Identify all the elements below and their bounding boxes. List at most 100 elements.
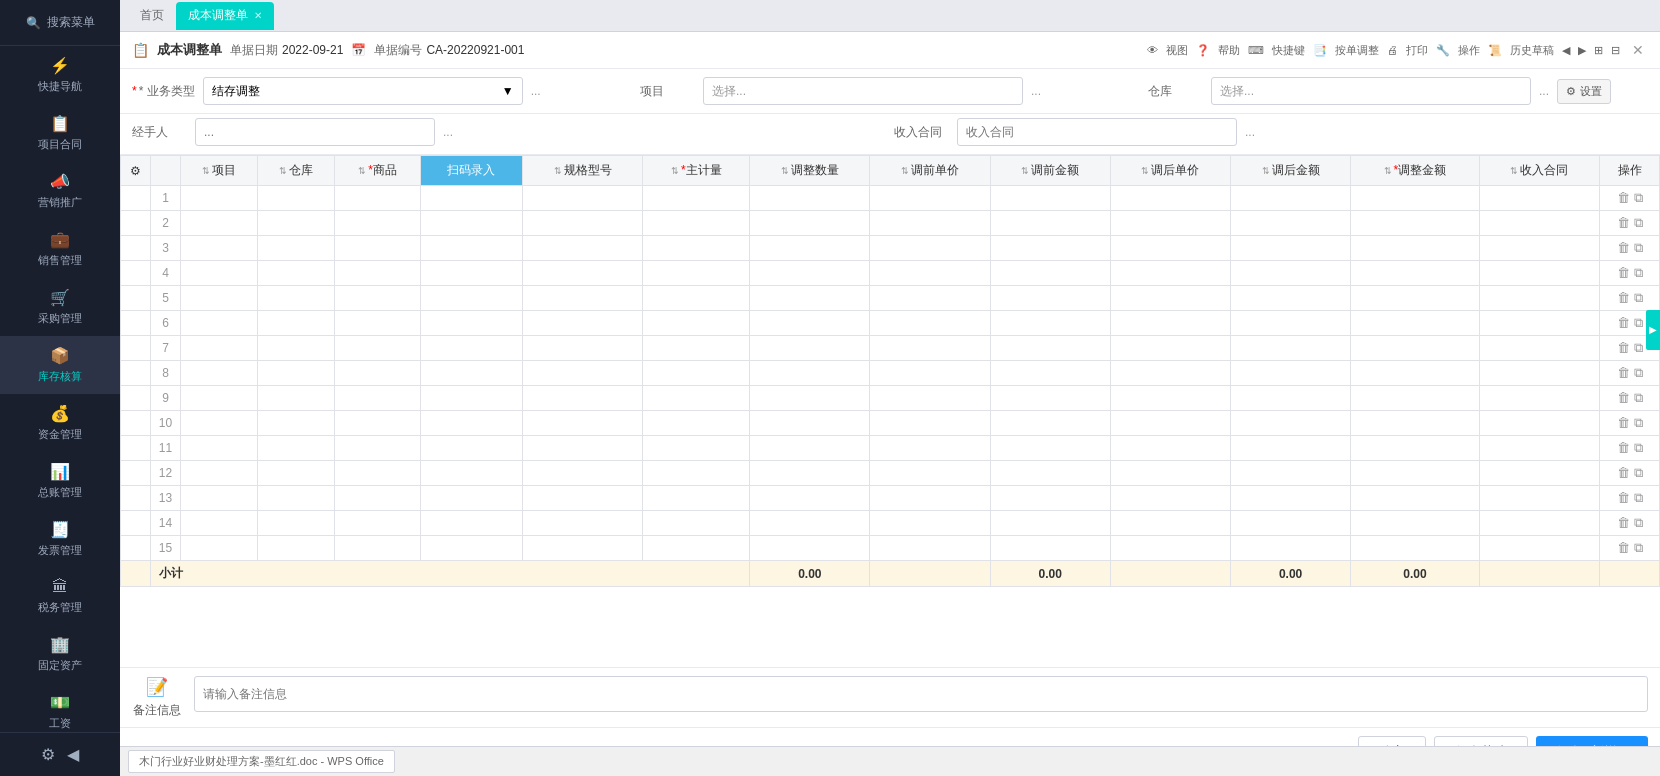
row-delete-2[interactable]: 🗑 bbox=[1617, 215, 1630, 231]
row-after-amount-7[interactable] bbox=[1230, 336, 1350, 361]
row-before-price-5[interactable] bbox=[870, 286, 990, 311]
row-before-price-7[interactable] bbox=[870, 336, 990, 361]
row-project-10[interactable] bbox=[181, 411, 258, 436]
row-before-amount-3[interactable] bbox=[990, 236, 1110, 261]
row-adjust-qty-10[interactable] bbox=[750, 411, 870, 436]
row-warehouse-12[interactable] bbox=[258, 461, 335, 486]
sidebar-item-ledger-management[interactable]: 📊总账管理 bbox=[0, 452, 120, 510]
sidebar-item-purchase-management[interactable]: 🛒采购管理 bbox=[0, 278, 120, 336]
row-income-contract-1[interactable] bbox=[1479, 186, 1599, 211]
notes-input[interactable] bbox=[194, 676, 1648, 712]
sidebar-item-funds-management[interactable]: 💰资金管理 bbox=[0, 394, 120, 452]
row-income-contract-13[interactable] bbox=[1479, 486, 1599, 511]
row-spec-14[interactable] bbox=[523, 511, 643, 536]
row-copy-11[interactable]: ⧉ bbox=[1634, 440, 1643, 456]
row-before-amount-1[interactable] bbox=[990, 186, 1110, 211]
row-copy-14[interactable]: ⧉ bbox=[1634, 515, 1643, 531]
sidebar-item-sales-promotion[interactable]: 📣营销推广 bbox=[0, 162, 120, 220]
row-after-amount-13[interactable] bbox=[1230, 486, 1350, 511]
row-delete-11[interactable]: 🗑 bbox=[1617, 440, 1630, 456]
nav-next[interactable]: ▶ bbox=[1578, 44, 1586, 57]
row-copy-13[interactable]: ⧉ bbox=[1634, 490, 1643, 506]
row-after-amount-9[interactable] bbox=[1230, 386, 1350, 411]
shortcut-btn[interactable]: 快捷键 bbox=[1272, 43, 1305, 58]
expand-icon[interactable]: ⊞ bbox=[1594, 44, 1603, 57]
row-after-price-11[interactable] bbox=[1110, 436, 1230, 461]
row-spec-6[interactable] bbox=[523, 311, 643, 336]
row-delete-9[interactable]: 🗑 bbox=[1617, 390, 1630, 406]
row-delete-12[interactable]: 🗑 bbox=[1617, 465, 1630, 481]
tab-home[interactable]: 首页 bbox=[128, 2, 176, 30]
row-before-amount-12[interactable] bbox=[990, 461, 1110, 486]
settings-icon[interactable]: ⚙ bbox=[37, 741, 59, 768]
handler-input[interactable] bbox=[195, 118, 435, 146]
row-scan-6[interactable] bbox=[420, 311, 522, 336]
row-project-11[interactable] bbox=[181, 436, 258, 461]
review-btn[interactable]: 按单调整 bbox=[1335, 43, 1379, 58]
row-income-contract-9[interactable] bbox=[1479, 386, 1599, 411]
row-warehouse-11[interactable] bbox=[258, 436, 335, 461]
row-unit-1[interactable] bbox=[643, 186, 750, 211]
settings-button[interactable]: ⚙ 设置 bbox=[1557, 79, 1611, 104]
row-adjust-amount-11[interactable] bbox=[1351, 436, 1480, 461]
row-copy-1[interactable]: ⧉ bbox=[1634, 190, 1643, 206]
row-delete-14[interactable]: 🗑 bbox=[1617, 515, 1630, 531]
row-project-9[interactable] bbox=[181, 386, 258, 411]
row-warehouse-3[interactable] bbox=[258, 236, 335, 261]
history-btn[interactable]: 历史草稿 bbox=[1510, 43, 1554, 58]
row-before-amount-9[interactable] bbox=[990, 386, 1110, 411]
sidebar-item-tax-management[interactable]: 🏛税务管理 bbox=[0, 568, 120, 625]
row-after-amount-1[interactable] bbox=[1230, 186, 1350, 211]
row-spec-15[interactable] bbox=[523, 536, 643, 561]
row-after-price-14[interactable] bbox=[1110, 511, 1230, 536]
row-copy-6[interactable]: ⧉ bbox=[1634, 315, 1643, 331]
taskbar-item[interactable]: 木门行业好业财处理方案-墨红红.doc - WPS Office bbox=[128, 750, 395, 773]
row-before-price-3[interactable] bbox=[870, 236, 990, 261]
row-warehouse-2[interactable] bbox=[258, 211, 335, 236]
sidebar-item-sales-management[interactable]: 💼销售管理 bbox=[0, 220, 120, 278]
row-scan-2[interactable] bbox=[420, 211, 522, 236]
th-after-amount[interactable]: ⇅调后金额 bbox=[1230, 156, 1350, 186]
th-settings[interactable]: ⚙ bbox=[121, 156, 151, 186]
th-spec-type[interactable]: ⇅规格型号 bbox=[523, 156, 643, 186]
row-delete-6[interactable]: 🗑 bbox=[1617, 315, 1630, 331]
row-after-amount-3[interactable] bbox=[1230, 236, 1350, 261]
row-scan-7[interactable] bbox=[420, 336, 522, 361]
row-project-5[interactable] bbox=[181, 286, 258, 311]
row-unit-4[interactable] bbox=[643, 261, 750, 286]
row-scan-10[interactable] bbox=[420, 411, 522, 436]
row-unit-9[interactable] bbox=[643, 386, 750, 411]
business-type-more[interactable]: ... bbox=[531, 84, 541, 98]
row-unit-14[interactable] bbox=[643, 511, 750, 536]
row-after-amount-6[interactable] bbox=[1230, 311, 1350, 336]
row-after-price-4[interactable] bbox=[1110, 261, 1230, 286]
row-after-price-13[interactable] bbox=[1110, 486, 1230, 511]
row-income-contract-14[interactable] bbox=[1479, 511, 1599, 536]
row-income-contract-5[interactable] bbox=[1479, 286, 1599, 311]
row-after-price-2[interactable] bbox=[1110, 211, 1230, 236]
row-spec-11[interactable] bbox=[523, 436, 643, 461]
row-adjust-qty-4[interactable] bbox=[750, 261, 870, 286]
row-adjust-qty-8[interactable] bbox=[750, 361, 870, 386]
row-spec-5[interactable] bbox=[523, 286, 643, 311]
minimize-icon[interactable]: ⊟ bbox=[1611, 44, 1620, 57]
row-spec-12[interactable] bbox=[523, 461, 643, 486]
row-project-4[interactable] bbox=[181, 261, 258, 286]
sidebar-item-inventory-calc[interactable]: 📦库存核算 bbox=[0, 336, 120, 394]
row-after-amount-4[interactable] bbox=[1230, 261, 1350, 286]
row-spec-10[interactable] bbox=[523, 411, 643, 436]
row-after-price-7[interactable] bbox=[1110, 336, 1230, 361]
row-adjust-amount-6[interactable] bbox=[1351, 311, 1480, 336]
sidebar-item-invoice-management[interactable]: 🧾发票管理 bbox=[0, 510, 120, 568]
row-after-amount-14[interactable] bbox=[1230, 511, 1350, 536]
row-unit-5[interactable] bbox=[643, 286, 750, 311]
row-product-4[interactable] bbox=[335, 261, 421, 286]
row-copy-5[interactable]: ⧉ bbox=[1634, 290, 1643, 306]
row-delete-10[interactable]: 🗑 bbox=[1617, 415, 1630, 431]
row-delete-15[interactable]: 🗑 bbox=[1617, 540, 1630, 556]
row-delete-5[interactable]: 🗑 bbox=[1617, 290, 1630, 306]
row-income-contract-2[interactable] bbox=[1479, 211, 1599, 236]
row-spec-13[interactable] bbox=[523, 486, 643, 511]
th-warehouse[interactable]: ⇅仓库 bbox=[258, 156, 335, 186]
help-btn[interactable]: 帮助 bbox=[1218, 43, 1240, 58]
